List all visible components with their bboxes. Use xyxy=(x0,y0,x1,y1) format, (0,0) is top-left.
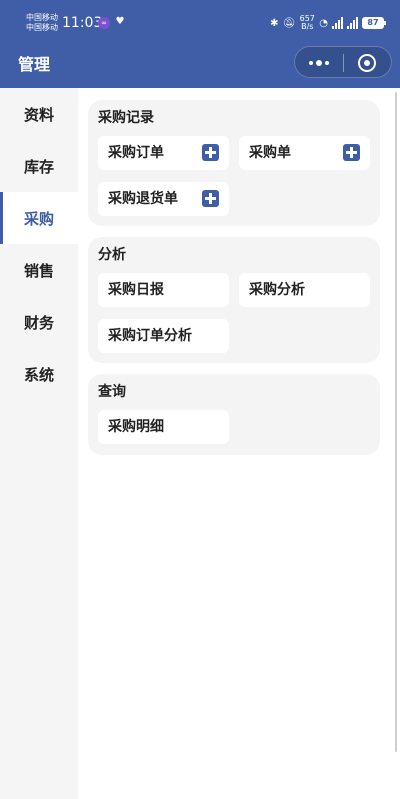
sidebar-item-caigou[interactable]: 采购 xyxy=(0,192,78,244)
plus-icon[interactable] xyxy=(343,144,360,161)
net-speed-unit: B/s xyxy=(301,22,314,31)
sidebar-item-label: 系统 xyxy=(23,365,54,384)
tile-label: 采购日报 xyxy=(108,282,164,298)
sidebar: 资料 库存 采购 销售 财务 系统 xyxy=(0,88,78,799)
net-speed: 657 B/s xyxy=(299,15,315,31)
section-card-query: 查询 采购明细 xyxy=(88,374,380,455)
signal-icon xyxy=(332,17,343,29)
tile-label: 采购单 xyxy=(249,145,291,161)
page-title: 管理 xyxy=(18,55,51,74)
more-icon[interactable] xyxy=(307,54,331,72)
plus-icon[interactable] xyxy=(202,190,219,207)
close-icon[interactable] xyxy=(358,54,376,72)
tile-purchase-order-analysis[interactable]: 采购订单分析 xyxy=(98,319,229,353)
tile-label: 采购明细 xyxy=(108,419,164,435)
scrollbar[interactable] xyxy=(395,92,397,752)
tile-label: 采购订单分析 xyxy=(108,328,192,344)
sidebar-item-label: 财务 xyxy=(23,313,54,332)
nav-bar: 管理 xyxy=(0,44,400,88)
section-title: 查询 xyxy=(98,384,126,400)
sidebar-item-xitong[interactable]: 系统 xyxy=(0,348,78,400)
main-content: 采购记录 采购订单 采购单 采购退货单 分析 采购日报 采购分析 采购订单分析 … xyxy=(78,88,400,799)
section-title: 分析 xyxy=(98,247,126,263)
infinity-icon: ∞ xyxy=(98,17,110,29)
capsule-divider xyxy=(343,54,344,72)
tile-label: 采购分析 xyxy=(249,282,305,298)
section-title: 采购记录 xyxy=(98,110,154,126)
signal-icon xyxy=(347,17,358,29)
tile-label: 采购订单 xyxy=(108,145,164,161)
sidebar-item-kucun[interactable]: 库存 xyxy=(0,140,78,192)
bluetooth-icon: ✱ xyxy=(270,17,279,29)
miniapp-capsule xyxy=(294,46,392,78)
carrier-label-1: 中国移动 xyxy=(26,13,58,22)
sidebar-item-label: 库存 xyxy=(23,157,54,176)
carrier-label-2: 中国移动 xyxy=(26,23,58,32)
sidebar-item-xiaoshou[interactable]: 销售 xyxy=(0,244,78,296)
sidebar-item-ziliao[interactable]: 资料 xyxy=(0,88,78,140)
status-icons: ✱ 🔕︎ 657 B/s ◔ 87 xyxy=(270,14,386,32)
tile-purchase-daily-report[interactable]: 采购日报 xyxy=(98,273,229,307)
section-card-purchase-records: 采购记录 采购订单 采购单 采购退货单 xyxy=(88,100,380,226)
sidebar-item-label: 采购 xyxy=(23,209,54,228)
status-bar: 中国移动 中国移动 11:03 ∞ ♥ ✱ 🔕︎ 657 B/s ◔ 87 xyxy=(0,0,400,44)
sidebar-item-label: 销售 xyxy=(23,261,54,280)
tile-purchase-details[interactable]: 采购明细 xyxy=(98,410,229,444)
sidebar-item-caiwu[interactable]: 财务 xyxy=(0,296,78,348)
heart-icon: ♥ xyxy=(115,16,125,27)
carrier-info: 中国移动 中国移动 xyxy=(26,13,58,33)
plus-icon[interactable] xyxy=(202,144,219,161)
tile-purchase-order[interactable]: 采购订单 xyxy=(98,136,229,170)
section-card-analysis: 分析 采购日报 采购分析 采购订单分析 xyxy=(88,237,380,363)
tile-purchase-analysis[interactable]: 采购分析 xyxy=(239,273,370,307)
wifi-icon: ◔ xyxy=(319,17,328,29)
mute-bell-icon: 🔕︎ xyxy=(282,17,296,29)
tile-label: 采购退货单 xyxy=(108,191,178,207)
tile-purchase-return[interactable]: 采购退货单 xyxy=(98,182,229,216)
sidebar-item-label: 资料 xyxy=(23,105,54,124)
tile-purchase-bill[interactable]: 采购单 xyxy=(239,136,370,170)
battery-icon: 87 xyxy=(362,17,386,29)
status-time: 11:03 xyxy=(62,15,103,31)
